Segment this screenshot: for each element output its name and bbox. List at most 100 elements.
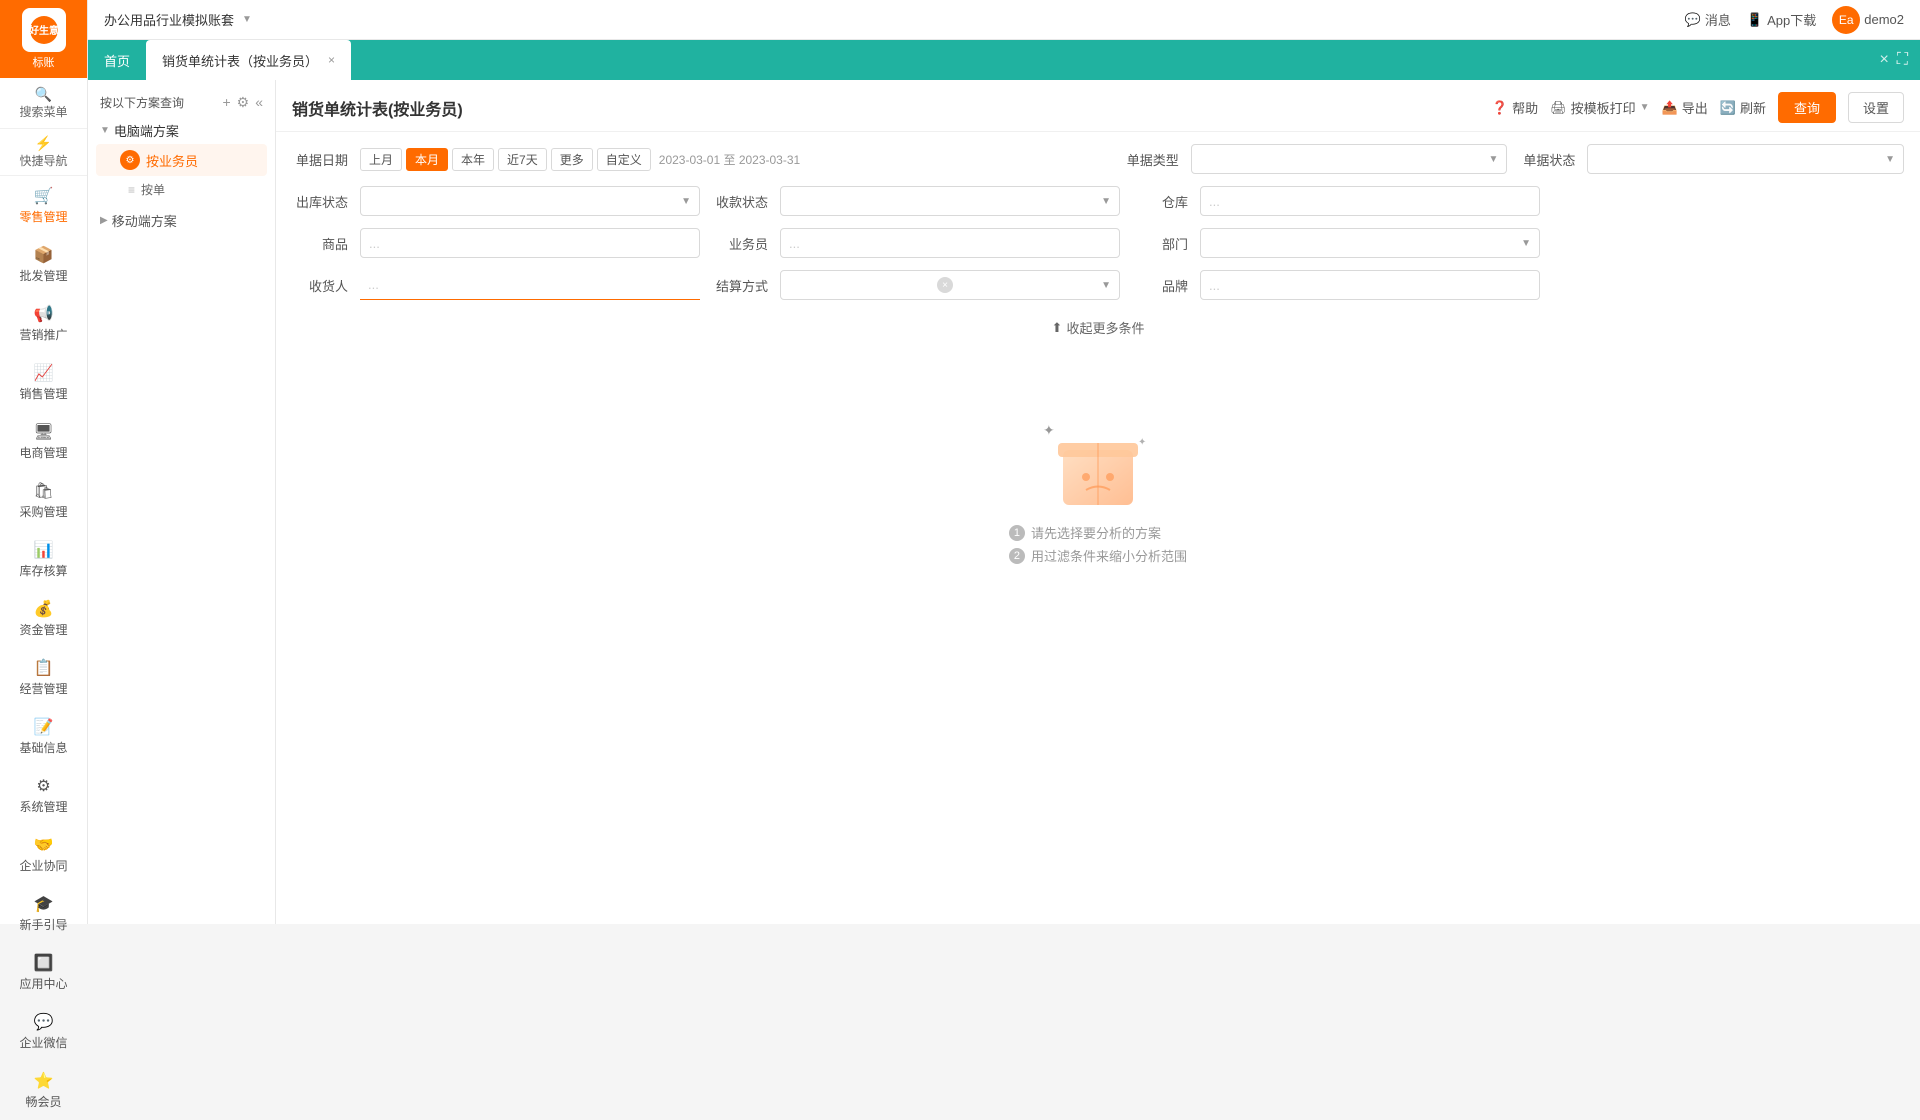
scheme-by-order[interactable]: ≡ 按单	[96, 176, 267, 203]
date-more[interactable]: 更多	[551, 148, 593, 171]
desktop-group-header[interactable]: ▼ 电脑端方案	[96, 117, 267, 144]
tab-current[interactable]: 销货单统计表（按业务员） ×	[146, 40, 351, 80]
goods-label: 商品	[292, 234, 348, 253]
date-last-7days[interactable]: 近7天	[498, 148, 547, 171]
export-button[interactable]: 📤 导出	[1662, 98, 1708, 117]
sidebar-item-operations[interactable]: 📋 经营管理	[0, 648, 87, 707]
recipient-input[interactable]: ...	[360, 270, 700, 300]
sidebar-item-ecommerce[interactable]: 🖥 电商管理	[0, 412, 87, 471]
message-icon: 💬	[1685, 12, 1701, 28]
svg-text:✦: ✦	[1043, 422, 1055, 438]
left-panel: 按以下方案查询 + ⚙ « ▼ 电脑端方案 ⚙ 按业务员 ≡	[88, 80, 276, 924]
step-1-number: 1	[1009, 525, 1025, 541]
print-button[interactable]: 🖨 按模板打印 ▼	[1550, 98, 1649, 117]
date-range-text: 2023-03-01 至 2023-03-31	[659, 151, 800, 168]
svg-text:✦: ✦	[1138, 437, 1146, 448]
desktop-group: ▼ 电脑端方案 ⚙ 按业务员 ≡ 按单	[88, 117, 275, 203]
goods-placeholder: ...	[369, 236, 380, 251]
sidebar-item-finance[interactable]: 💰 资金管理	[0, 589, 87, 648]
goods-select[interactable]: ...	[360, 228, 700, 258]
department-select[interactable]: ▼	[1200, 228, 1540, 258]
filter-section: 单据日期 上月 本月 本年 近7天 更多 自定义 2023-03-01 至 20…	[276, 132, 1920, 355]
doc-status-label: 单据状态	[1519, 150, 1575, 169]
payment-status-arrow-icon: ▼	[1101, 196, 1111, 207]
sidebar-item-system[interactable]: ⚙ 系统管理	[0, 766, 87, 825]
query-button[interactable]: 查询	[1778, 92, 1836, 123]
settlement-label: 结算方式	[712, 276, 768, 295]
date-last-month[interactable]: 上月	[360, 148, 402, 171]
sidebar-item-apps[interactable]: 🔲 应用中心	[0, 943, 87, 1002]
out-status-select[interactable]: ▼	[360, 186, 700, 216]
sidebar-item-marketing[interactable]: 📢 营销推广	[0, 294, 87, 353]
help-icon: ❓	[1492, 100, 1508, 116]
app-download-button[interactable]: 📱 App下载	[1747, 10, 1816, 29]
newbie-icon: 🎓	[34, 894, 54, 914]
export-icon: 📤	[1662, 100, 1678, 116]
doc-type-arrow-icon: ▼	[1488, 154, 1498, 165]
filter-row-1: 单据日期 上月 本月 本年 近7天 更多 自定义 2023-03-01 至 20…	[292, 144, 1904, 174]
filter-row-2: 出库状态 ▼ 收款状态 ▼ 仓库 ...	[292, 186, 1904, 216]
empty-state: ✦ ✦ 1 请先选择要分析的方案 2 用过滤条件来缩小分析范围	[276, 355, 1920, 625]
warehouse-placeholder: ...	[1209, 194, 1220, 209]
date-this-month[interactable]: 本月	[406, 148, 448, 171]
settings-button[interactable]: 设置	[1848, 92, 1904, 123]
refresh-button[interactable]: 🔄 刷新	[1720, 98, 1766, 117]
doc-type-select[interactable]: ▼	[1191, 144, 1508, 174]
brand-select[interactable]: ...	[1200, 270, 1540, 300]
page-title: 销货单统计表(按业务员)	[292, 96, 463, 120]
tab-home[interactable]: 首页	[88, 40, 146, 80]
warehouse-select[interactable]: ...	[1200, 186, 1540, 216]
collapse-panel-icon[interactable]: «	[255, 94, 263, 111]
mobile-group-header[interactable]: ▶ 移动端方案	[96, 207, 267, 234]
date-this-year[interactable]: 本年	[452, 148, 494, 171]
filter-row-4: 收货人 ... 结算方式 × ▼ 品牌 ...	[292, 270, 1904, 300]
payment-status-select[interactable]: ▼	[780, 186, 1120, 216]
logo-button[interactable]: 好生意 标账	[0, 0, 87, 78]
window-close-icon[interactable]: ×	[1879, 51, 1888, 69]
message-button[interactable]: 💬 消息	[1685, 10, 1731, 29]
sidebar-item-sales[interactable]: 📈 销售管理	[0, 353, 87, 412]
panel-header: 按以下方案查询 + ⚙ «	[88, 88, 275, 117]
sales-person-select[interactable]: ...	[780, 228, 1120, 258]
scheme-settings-icon[interactable]: ⚙	[237, 94, 250, 111]
add-scheme-icon[interactable]: +	[222, 94, 230, 111]
refresh-icon: 🔄	[1720, 100, 1736, 116]
settlement-clear-icon[interactable]: ×	[937, 277, 953, 293]
member-icon: ⭐	[34, 1071, 54, 1091]
tab-close-icon[interactable]: ×	[328, 53, 335, 67]
empty-steps: 1 请先选择要分析的方案 2 用过滤条件来缩小分析范围	[1009, 523, 1187, 565]
system-icon: ⚙	[36, 776, 50, 796]
sidebar-item-inventory[interactable]: 📊 库存核算	[0, 530, 87, 589]
sidebar-item-wholesale[interactable]: 📦 批发管理	[0, 235, 87, 294]
step-2-number: 2	[1009, 548, 1025, 564]
collapse-filters-button[interactable]: ⬆ 收起更多条件	[292, 312, 1904, 343]
avatar: Ea	[1832, 6, 1860, 34]
workspace-selector[interactable]: 办公用品行业模拟账套 ▼	[104, 10, 252, 29]
basic-icon: 📝	[34, 717, 54, 737]
user-avatar-button[interactable]: Ea demo2	[1832, 6, 1904, 34]
tab-bar-right: × ⛶	[1879, 51, 1920, 69]
sidebar-item-newbie[interactable]: 🎓 新手引导	[0, 884, 87, 943]
date-custom[interactable]: 自定义	[597, 148, 651, 171]
doc-status-select[interactable]: ▼	[1587, 144, 1904, 174]
sales-person-placeholder: ...	[789, 236, 800, 251]
sidebar-item-retail[interactable]: 🛒 零售管理	[0, 176, 87, 235]
window-maximize-icon[interactable]: ⛶	[1897, 51, 1908, 69]
sidebar-item-basic[interactable]: 📝 基础信息	[0, 707, 87, 766]
sidebar: 好生意 标账 🔍 搜索菜单 ⚡ 快捷导航 🛒 零售管理 📦 批发管理 📢 营销推…	[0, 0, 88, 924]
out-status-arrow-icon: ▼	[681, 196, 691, 207]
sidebar-item-enterprise[interactable]: 🤝 企业协同	[0, 825, 87, 884]
header-actions: 💬 消息 📱 App下载 Ea demo2	[1685, 6, 1904, 34]
mobile-group-arrow: ▶	[100, 215, 108, 226]
download-icon: 📱	[1747, 12, 1763, 28]
date-quick-buttons: 上月 本月 本年 近7天 更多 自定义 2023-03-01 至 2023-03…	[360, 148, 800, 171]
doc-status-arrow-icon: ▼	[1885, 154, 1895, 165]
search-menu-button[interactable]: 🔍 搜索菜单	[0, 78, 87, 129]
scheme-salesperson[interactable]: ⚙ 按业务员	[96, 144, 267, 176]
help-button[interactable]: ❓ 帮助	[1492, 98, 1538, 117]
settlement-select[interactable]: × ▼	[780, 270, 1120, 300]
sidebar-item-purchase[interactable]: 🛍 采购管理	[0, 471, 87, 530]
sidebar-item-wechat[interactable]: 💬 企业微信	[0, 1002, 87, 1061]
quick-nav-button[interactable]: ⚡ 快捷导航	[0, 129, 87, 176]
sidebar-item-member[interactable]: ⭐ 畅会员	[0, 1061, 87, 1120]
